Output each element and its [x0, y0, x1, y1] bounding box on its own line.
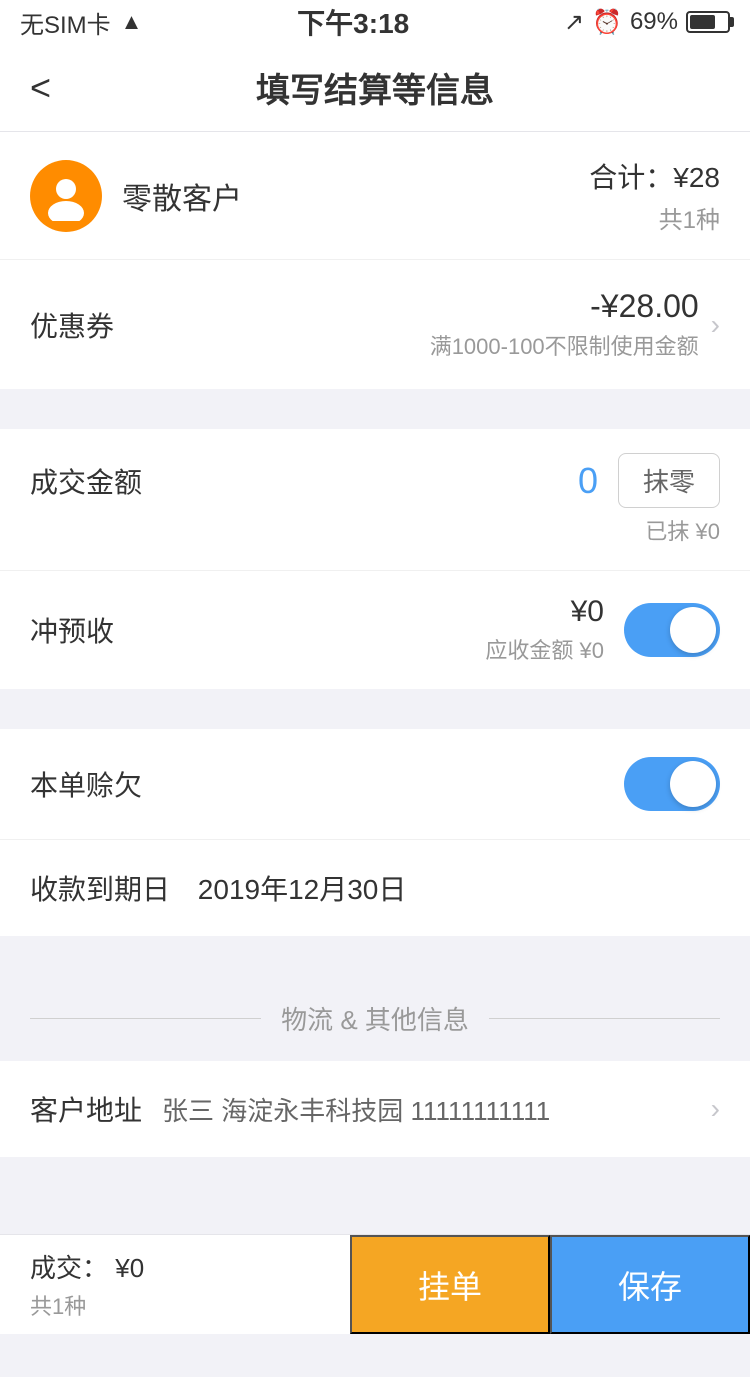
credit-row: 本单赊欠: [0, 729, 750, 839]
coupon-row[interactable]: 优惠券 -¥28.00 满1000-100不限制使用金额 ›: [0, 259, 750, 389]
prepay-toggle[interactable]: [624, 603, 720, 657]
wifi-icon: ▲: [121, 9, 143, 35]
due-date-value: 2019年12月30日: [198, 874, 407, 905]
transaction-row: 成交金额 0 抹零: [30, 453, 720, 508]
address-row[interactable]: 客户地址 张三 海淀永丰科技园 11111111111 ›: [0, 1061, 750, 1157]
divider-2: [0, 709, 750, 729]
status-left: 无SIM卡 ▲: [20, 5, 142, 40]
due-date-row: 收款到期日 2019年12月30日: [0, 839, 750, 936]
toggle-thumb: [670, 607, 716, 653]
bottom-deal: 成交： ¥0: [30, 1248, 320, 1285]
transaction-section: 成交金额 0 抹零 已抹 ¥0 冲预收 ¥0 应收金额 ¥0: [0, 429, 750, 689]
coupon-info: -¥28.00 满1000-100不限制使用金额: [430, 288, 699, 361]
total-count: 共1种: [589, 200, 720, 235]
round-button[interactable]: 抹零: [618, 453, 720, 508]
credit-label: 本单赊欠: [30, 764, 142, 804]
total-amount: 合计：¥28: [589, 156, 720, 196]
prepay-amount: ¥0: [485, 595, 604, 629]
prepay-label: 冲预收: [30, 610, 114, 650]
status-right: ↗ ⏰ 69%: [564, 8, 730, 37]
transaction-right: 0 抹零: [578, 453, 720, 508]
bottom-deal-amount: ¥0: [115, 1253, 144, 1283]
avatar: [30, 160, 102, 232]
status-time: 下午3:18: [297, 2, 409, 42]
battery-percentage: 69%: [630, 8, 678, 36]
nav-bar: < 填写结算等信息: [0, 44, 750, 132]
save-button[interactable]: 保存: [550, 1235, 750, 1334]
location-icon: ↗: [564, 8, 584, 37]
prepay-amount-group: ¥0 应收金额 ¥0: [485, 595, 604, 665]
status-bar: 无SIM卡 ▲ 下午3:18 ↗ ⏰ 69%: [0, 0, 750, 44]
customer-name: 零散客户: [122, 174, 242, 218]
customer-row: 零散客户 合计：¥28 共1种: [0, 132, 750, 259]
divider-3: [0, 956, 750, 976]
logistics-text: 物流 & 其他信息: [281, 1000, 469, 1037]
customer-section: 零散客户 合计：¥28 共1种 优惠券 -¥28.00 满1000-100不限制…: [0, 132, 750, 389]
address-chevron-icon: ›: [711, 1093, 720, 1125]
chevron-right-icon: ›: [711, 309, 720, 341]
coupon-label: 优惠券: [30, 305, 114, 345]
avatar-icon: [41, 171, 91, 221]
logistics-label: 物流 & 其他信息: [30, 1000, 720, 1037]
hold-button[interactable]: 挂单: [350, 1235, 550, 1334]
prepay-sub: 应收金额 ¥0: [485, 633, 604, 665]
divider-1: [0, 409, 750, 429]
transaction-sub: 已抹 ¥0: [30, 514, 720, 546]
back-button[interactable]: <: [30, 67, 51, 109]
page-title: 填写结算等信息: [256, 63, 494, 112]
alarm-icon: ⏰: [592, 8, 622, 37]
credit-toggle[interactable]: [624, 757, 720, 811]
address-value: 张三 海淀永丰科技园 11111111111: [162, 1091, 691, 1128]
logistics-section: 物流 & 其他信息: [0, 976, 750, 1061]
transaction-label: 成交金额: [30, 461, 142, 501]
prepay-right: ¥0 应收金额 ¥0: [485, 595, 720, 665]
coupon-description: 满1000-100不限制使用金额: [430, 329, 699, 361]
credit-section: 本单赊欠 收款到期日 2019年12月30日: [0, 729, 750, 936]
credit-toggle-thumb: [670, 761, 716, 807]
transaction-amount: 0: [578, 460, 598, 502]
customer-total: 合计：¥28 共1种: [589, 156, 720, 235]
carrier-text: 无SIM卡: [20, 5, 111, 40]
due-date-label: 收款到期日: [30, 874, 170, 905]
transaction-amount-row: 成交金额 0 抹零 已抹 ¥0: [0, 429, 750, 570]
customer-left: 零散客户: [30, 160, 242, 232]
coupon-discount: -¥28.00: [430, 288, 699, 325]
bottom-deal-label: 成交：: [30, 1253, 108, 1283]
address-section: 客户地址 张三 海淀永丰科技园 11111111111 ›: [0, 1061, 750, 1157]
prepay-row: 冲预收 ¥0 应收金额 ¥0: [0, 570, 750, 689]
battery-fill: [690, 15, 715, 29]
bottom-count: 共1种: [30, 1289, 320, 1321]
battery-icon: [686, 11, 730, 33]
address-label: 客户地址: [30, 1089, 142, 1129]
coupon-right: -¥28.00 满1000-100不限制使用金额 ›: [430, 288, 720, 361]
bottom-info: 成交： ¥0 共1种: [0, 1235, 350, 1334]
bottom-bar: 成交： ¥0 共1种 挂单 保存: [0, 1234, 750, 1334]
